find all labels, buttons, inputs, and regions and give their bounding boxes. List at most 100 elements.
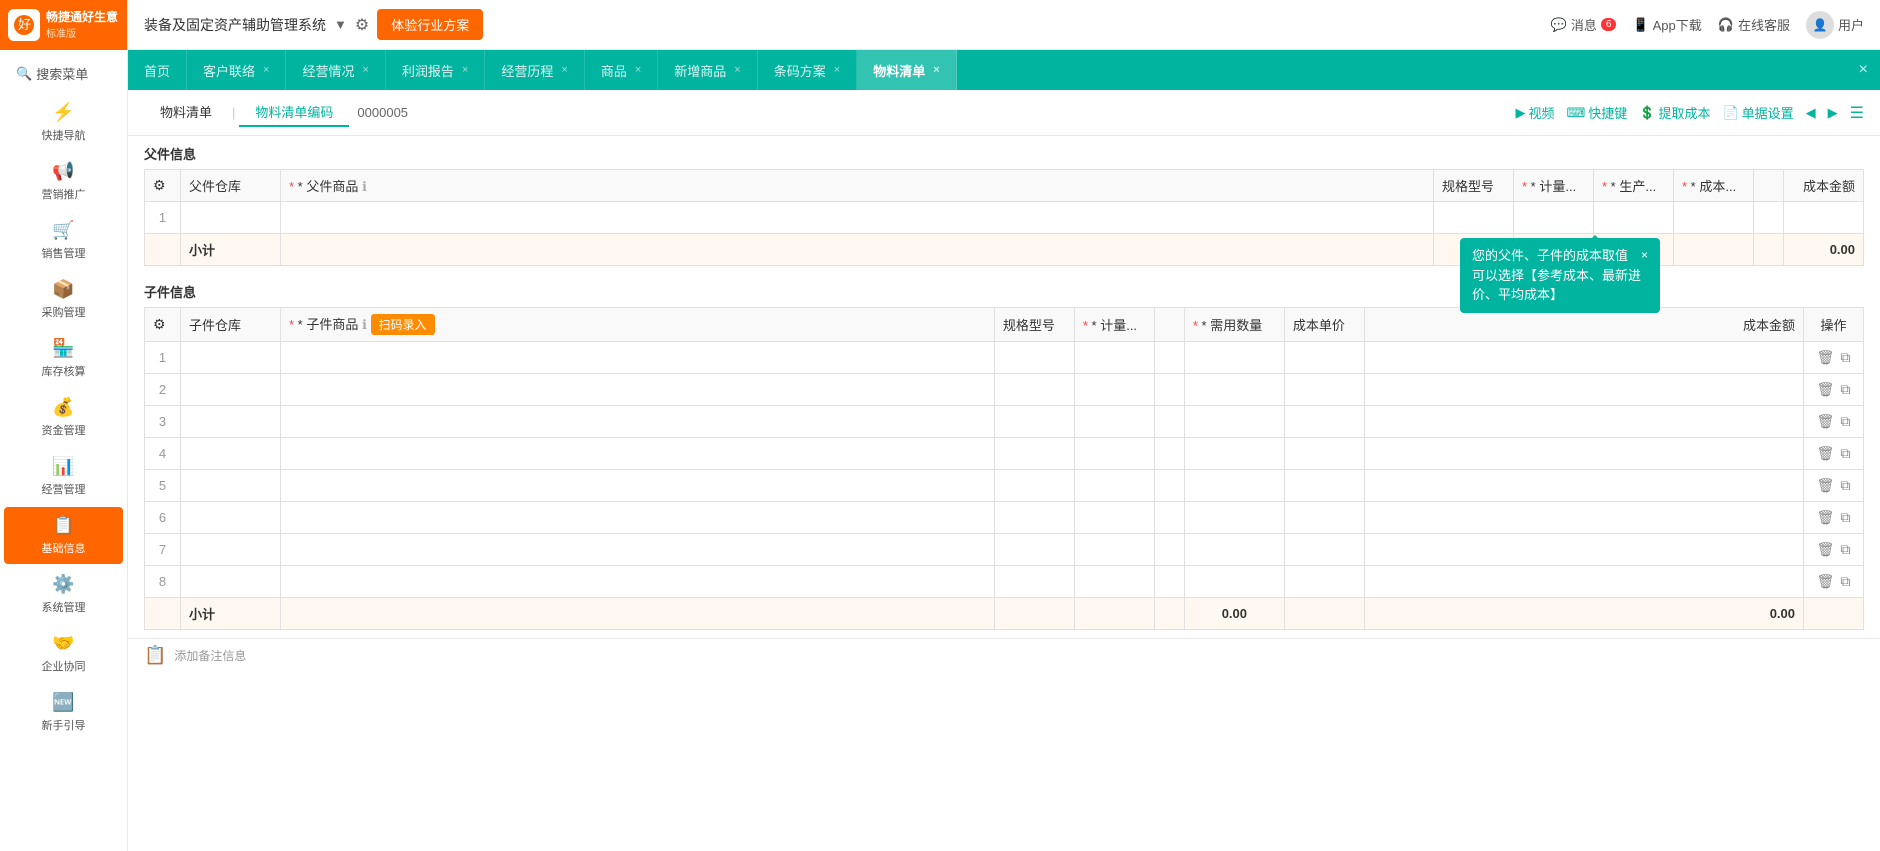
child-qty-cell[interactable]	[1074, 502, 1154, 534]
child-needed-cell[interactable]	[1184, 502, 1284, 534]
sidebar-item-inventory[interactable]: 🏪 库存核算	[4, 330, 123, 387]
child-product-cell[interactable]	[281, 342, 995, 374]
message-button[interactable]: 💬 消息 6	[1551, 15, 1617, 34]
parent-prod-cell[interactable]	[1594, 202, 1674, 234]
delete-icon[interactable]: 🗑	[1817, 445, 1835, 462]
child-qty-cell[interactable]	[1074, 438, 1154, 470]
parent-qty-cell[interactable]	[1514, 202, 1594, 234]
tab-bom-close[interactable]: ×	[933, 64, 939, 76]
child-product-cell[interactable]	[281, 406, 995, 438]
sidebar-item-guide[interactable]: 🆕 新手引导	[4, 684, 123, 741]
copy-icon[interactable]: ⧉	[1840, 349, 1850, 366]
child-col-settings[interactable]: ⚙	[145, 308, 181, 342]
child-product-cell[interactable]	[281, 534, 995, 566]
delete-icon[interactable]: 🗑	[1817, 573, 1835, 590]
copy-icon[interactable]: ⧉	[1840, 509, 1850, 526]
tab-operation-status-close[interactable]: ×	[362, 64, 368, 76]
tab-products[interactable]: 商品 ×	[585, 50, 658, 90]
sidebar-item-purchase[interactable]: 📦 采购管理	[4, 271, 123, 328]
trial-button[interactable]: 体验行业方案	[377, 9, 483, 40]
tab-barcode[interactable]: 条码方案 ×	[758, 50, 857, 90]
nav-next-icon[interactable]: ▶	[1828, 105, 1838, 121]
child-product-cell[interactable]	[281, 374, 995, 406]
child-unit-cost-cell[interactable]	[1284, 534, 1364, 566]
child-needed-cell[interactable]	[1184, 374, 1284, 406]
single-setting-button[interactable]: 📄 单据设置	[1722, 103, 1793, 122]
sidebar-item-basic-info[interactable]: 📋 基础信息	[4, 507, 123, 564]
child-spec-cell[interactable]	[994, 342, 1074, 374]
tab-new-product-close[interactable]: ×	[734, 64, 740, 76]
child-spec-cell[interactable]	[994, 406, 1074, 438]
child-qty-cell[interactable]	[1074, 470, 1154, 502]
sidebar-item-system[interactable]: ⚙️ 系统管理	[4, 566, 123, 623]
settings-icon[interactable]: ⚙	[355, 15, 369, 35]
delete-icon[interactable]: 🗑	[1817, 509, 1835, 526]
list-view-icon[interactable]: ☰	[1850, 103, 1864, 123]
child-warehouse-cell[interactable]	[181, 406, 281, 438]
child-spec-cell[interactable]	[994, 534, 1074, 566]
child-qty-cell[interactable]	[1074, 342, 1154, 374]
child-needed-cell[interactable]	[1184, 566, 1284, 598]
child-spec-cell[interactable]	[994, 566, 1074, 598]
nav-prev-icon[interactable]: ◀	[1806, 105, 1816, 121]
subtab-bom-detail[interactable]: 物料清单编码	[239, 98, 349, 127]
user-button[interactable]: 👤 用户	[1806, 11, 1864, 39]
delete-icon[interactable]: 🗑	[1817, 349, 1835, 366]
child-spec-cell[interactable]	[994, 470, 1074, 502]
child-unit-cost-cell[interactable]	[1284, 438, 1364, 470]
parent-col-settings[interactable]: ⚙	[145, 170, 181, 202]
search-menu-button[interactable]: 🔍 搜索菜单	[8, 58, 119, 89]
subtab-bom-list[interactable]: 物料清单	[144, 98, 228, 127]
shortcut-button[interactable]: ⌨ 快捷键	[1566, 103, 1627, 122]
child-needed-cell[interactable]	[1184, 470, 1284, 502]
child-unit-cost-cell[interactable]	[1284, 502, 1364, 534]
tab-profit-report-close[interactable]: ×	[462, 64, 468, 76]
parent-warehouse-cell[interactable]	[181, 202, 281, 234]
child-product-cell[interactable]	[281, 502, 995, 534]
child-qty-cell[interactable]	[1074, 534, 1154, 566]
child-spec-cell[interactable]	[994, 502, 1074, 534]
delete-icon[interactable]: 🗑	[1817, 477, 1835, 494]
copy-icon[interactable]: ⧉	[1840, 477, 1850, 494]
sidebar-item-finance[interactable]: 💰 资金管理	[4, 389, 123, 446]
parent-spec-cell[interactable]	[1434, 202, 1514, 234]
tab-home[interactable]: 首页	[128, 50, 187, 90]
child-warehouse-cell[interactable]	[181, 374, 281, 406]
delete-icon[interactable]: 🗑	[1817, 413, 1835, 430]
child-unit-cost-cell[interactable]	[1284, 374, 1364, 406]
video-button[interactable]: ▶ 视频	[1515, 103, 1554, 122]
parent-product-cell[interactable]	[281, 202, 1434, 234]
delete-icon[interactable]: 🗑	[1817, 381, 1835, 398]
child-needed-cell[interactable]	[1184, 406, 1284, 438]
tab-customer[interactable]: 客户联络 ×	[187, 50, 286, 90]
child-warehouse-cell[interactable]	[181, 342, 281, 374]
child-unit-cost-cell[interactable]	[1284, 342, 1364, 374]
child-warehouse-cell[interactable]	[181, 502, 281, 534]
tab-products-close[interactable]: ×	[635, 64, 641, 76]
online-service-button[interactable]: 🎧 在线客服	[1718, 15, 1790, 34]
scan-button[interactable]: 扫码录入	[371, 314, 435, 335]
child-product-cell[interactable]	[281, 470, 995, 502]
system-dropdown-icon[interactable]: ▼	[334, 17, 347, 32]
tooltip-close-button[interactable]: ×	[1641, 246, 1648, 264]
child-warehouse-cell[interactable]	[181, 470, 281, 502]
child-product-cell[interactable]	[281, 438, 995, 470]
sidebar-item-marketing[interactable]: 📢 营销推广	[4, 153, 123, 210]
child-spec-cell[interactable]	[994, 374, 1074, 406]
tab-operation-status[interactable]: 经营情况 ×	[286, 50, 385, 90]
tab-new-product[interactable]: 新增商品 ×	[658, 50, 757, 90]
child-qty-cell[interactable]	[1074, 406, 1154, 438]
extract-cost-button[interactable]: 💲 提取成本	[1639, 103, 1710, 122]
child-warehouse-cell[interactable]	[181, 438, 281, 470]
child-needed-cell[interactable]	[1184, 534, 1284, 566]
child-needed-cell[interactable]	[1184, 342, 1284, 374]
child-unit-cost-cell[interactable]	[1284, 566, 1364, 598]
sidebar-item-collab[interactable]: 🤝 企业协同	[4, 625, 123, 682]
copy-icon[interactable]: ⧉	[1840, 381, 1850, 398]
sidebar-item-quick-nav[interactable]: ⚡ 快捷导航	[4, 94, 123, 151]
copy-icon[interactable]: ⧉	[1840, 573, 1850, 590]
tab-barcode-close[interactable]: ×	[834, 64, 840, 76]
child-unit-cost-cell[interactable]	[1284, 406, 1364, 438]
tab-operation-history-close[interactable]: ×	[561, 64, 567, 76]
copy-icon[interactable]: ⧉	[1840, 541, 1850, 558]
